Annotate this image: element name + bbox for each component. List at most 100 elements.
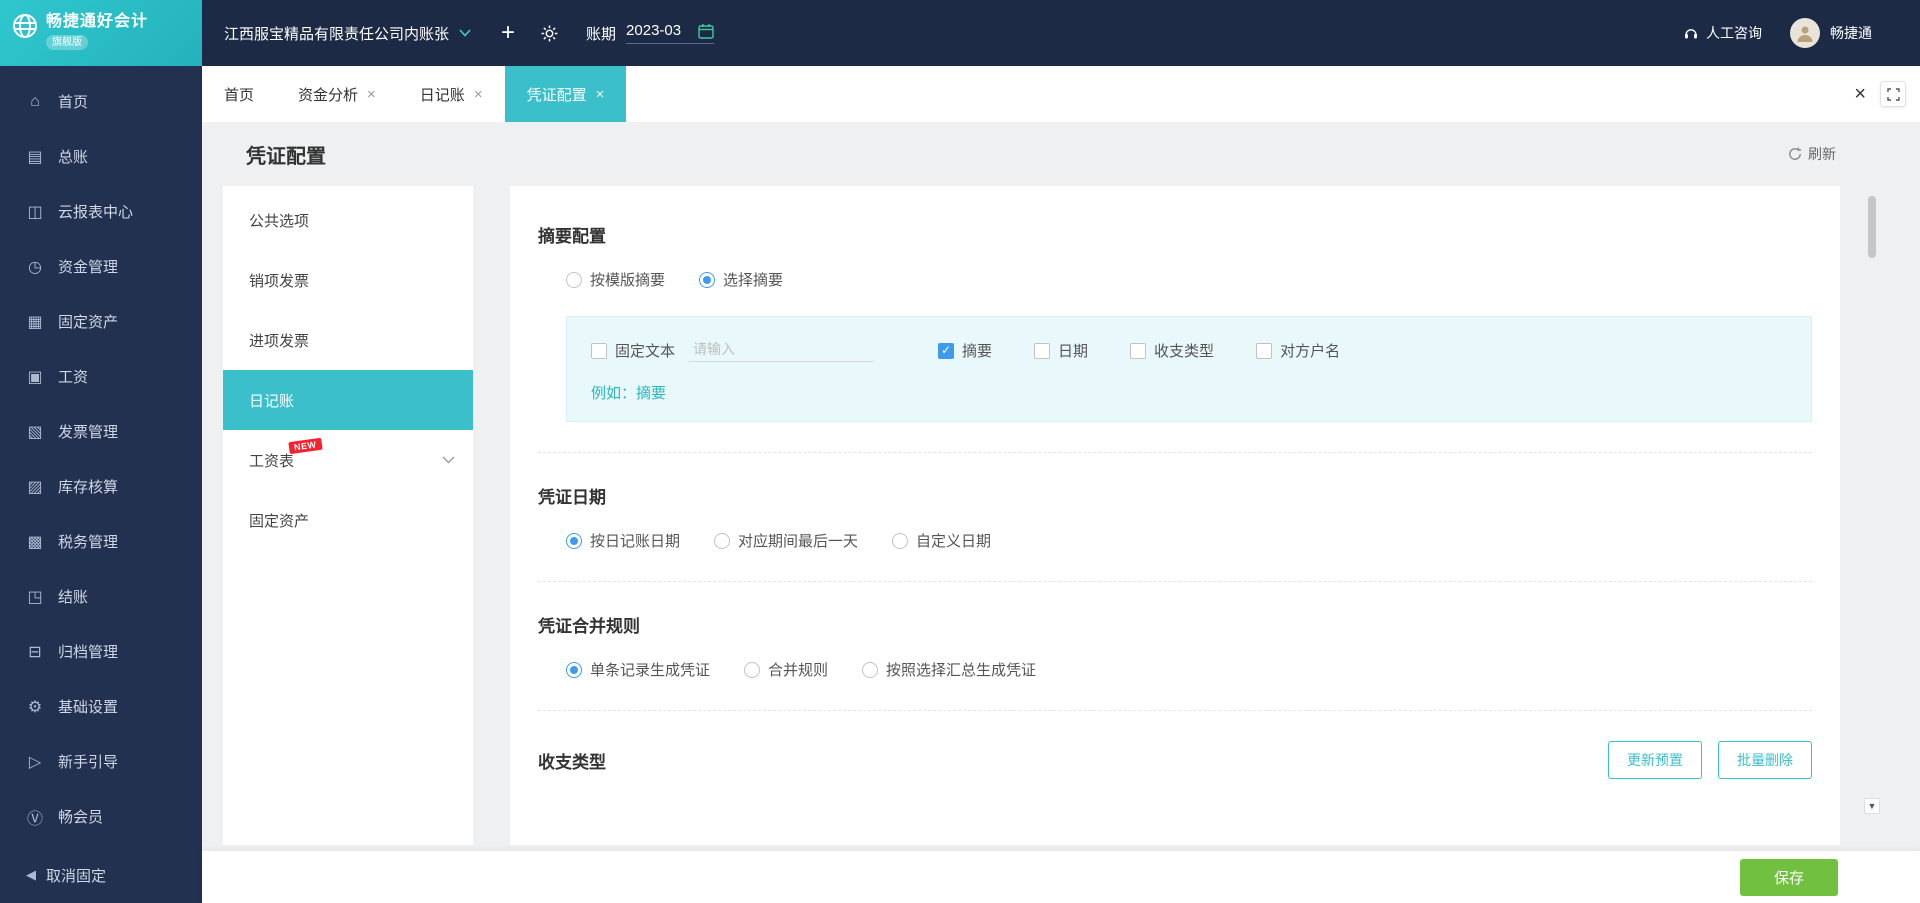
invoice-icon: ▧ (27, 423, 43, 441)
chevron-down-icon[interactable] (459, 29, 471, 37)
subnav-item-journal[interactable]: 日记账 (223, 370, 473, 430)
gear-icon[interactable] (541, 25, 558, 42)
subnav-item-public-options[interactable]: 公共选项 (223, 190, 473, 250)
radio-icon (744, 661, 761, 678)
sidebar-item-member[interactable]: Ⓥ 畅会员 (0, 789, 202, 844)
tab-funds-analysis[interactable]: 资金分析 × (276, 66, 398, 122)
sidebar-item-funds[interactable]: ◷ 资金管理 (0, 239, 202, 294)
company-selector[interactable]: 江西服宝精品有限责任公司内账张 (224, 23, 449, 44)
tab-label: 日记账 (419, 86, 465, 104)
fixed-text-input[interactable] (689, 339, 875, 362)
radio-single-record[interactable]: 单条记录生成凭证 (566, 659, 710, 680)
update-preset-button[interactable]: 更新预置 (1608, 741, 1702, 779)
headset-icon (1685, 29, 1697, 39)
closing-icon: ◳ (27, 588, 43, 606)
checkbox-icon (1256, 342, 1273, 359)
sidebar-item-settings[interactable]: ⚙ 基础设置 (0, 679, 202, 734)
unpin-sidebar-button[interactable]: ◀ 取消固定 (0, 847, 202, 903)
sidebar-item-invoice[interactable]: ▧ 发票管理 (0, 404, 202, 459)
close-icon[interactable]: × (474, 87, 483, 102)
radio-icon (699, 271, 716, 288)
tab-voucher-config[interactable]: 凭证配置 × (504, 66, 627, 122)
subnav-item-fixed-assets[interactable]: 固定资产 (223, 490, 473, 550)
sidebar-item-tax[interactable]: ▩ 税务管理 (0, 514, 202, 569)
tab-home[interactable]: 首页 (202, 66, 276, 122)
radio-period-last-day[interactable]: 对应期间最后一天 (714, 530, 858, 551)
close-icon[interactable]: × (596, 87, 605, 102)
topbar-right: 人工咨询 畅捷通 (1683, 18, 1872, 48)
inventory-icon: ▨ (27, 478, 43, 496)
radio-custom-date[interactable]: 自定义日期 (892, 530, 991, 551)
close-all-tabs-icon[interactable]: × (1854, 84, 1866, 104)
checkbox-fixed-text[interactable]: 固定文本 (591, 340, 675, 361)
fullscreen-icon[interactable] (1880, 81, 1906, 107)
brand-name: 畅捷通好会计 (46, 13, 149, 30)
checkbox-date[interactable]: 日期 (1034, 340, 1088, 361)
sidebar-item-label: 畅会员 (58, 809, 104, 826)
radio-merge-rule[interactable]: 合并规则 (744, 659, 828, 680)
refresh-button[interactable]: 刷新 (1788, 144, 1836, 164)
refresh-label: 刷新 (1808, 146, 1836, 162)
tab-journal[interactable]: 日记账 × (398, 66, 505, 122)
radio-template-summary[interactable]: 按模版摘要 (566, 269, 665, 290)
sidebar: 畅捷通好会计 旗舰版 ⌂ 首页 ▤ 总账 ◫ 云报表中心 ◷ 资金管理 ▦ 固定资产 ▣ 工… (0, 0, 202, 903)
checkbox-label: 对方户名 (1280, 343, 1341, 360)
period-input[interactable] (626, 22, 691, 39)
voucher-date-title: 凭证日期 (538, 488, 606, 507)
add-account-button[interactable]: + (501, 21, 515, 45)
sidebar-item-label: 首页 (58, 94, 89, 111)
sidebar-item-general-ledger[interactable]: ▤ 总账 (0, 129, 202, 184)
sidebar-item-salary[interactable]: ▣ 工资 (0, 349, 202, 404)
radio-label: 按照选择汇总生成凭证 (886, 662, 1037, 679)
divider (538, 581, 1812, 582)
app-window: 畅捷通好会计 旗舰版 ⌂ 首页 ▤ 总账 ◫ 云报表中心 ◷ 资金管理 ▦ 固定资产 ▣ 工… (0, 0, 1920, 903)
subnav-item-purchase-invoice[interactable]: 进项发票 (223, 310, 473, 370)
checkbox-counterparty[interactable]: 对方户名 (1256, 340, 1340, 361)
sidebar-item-fixed-assets[interactable]: ▦ 固定资产 (0, 294, 202, 349)
income-type-title: 收支类型 (538, 752, 606, 772)
support-button[interactable]: 人工咨询 (1683, 23, 1762, 43)
voucher-date-radio-row: 按日记账日期 对应期间最后一天 自定义日期 (538, 530, 1812, 551)
period-picker[interactable] (626, 22, 715, 44)
sidebar-item-label: 库存核算 (58, 479, 119, 496)
checkbox-label: 摘要 (962, 343, 993, 360)
radio-icon (566, 661, 582, 678)
sidebar-item-archive[interactable]: ⊟ 归档管理 (0, 624, 202, 679)
radio-select-summary[interactable]: 选择摘要 (699, 269, 783, 290)
radio-label: 选择摘要 (723, 272, 784, 289)
sidebar-item-label: 归档管理 (58, 644, 119, 661)
summary-config-title: 摘要配置 (538, 227, 606, 246)
sidebar-item-closing[interactable]: ◳ 结账 (0, 569, 202, 624)
voucher-config-panel: 摘要配置 按模版摘要 选择摘要 固定文本 摘要 (510, 186, 1840, 845)
save-button[interactable]: 保存 (1740, 859, 1838, 896)
close-icon[interactable]: × (367, 87, 376, 102)
tab-label: 资金分析 (298, 86, 359, 104)
sidebar-item-label: 税务管理 (58, 534, 119, 551)
checkbox-summary[interactable]: 摘要 (938, 340, 992, 361)
sidebar-item-label: 固定资产 (58, 314, 119, 331)
checkbox-label: 日期 (1058, 343, 1089, 360)
avatar[interactable] (1790, 18, 1820, 48)
sidebar-item-inventory[interactable]: ▨ 库存核算 (0, 459, 202, 514)
user-name[interactable]: 畅捷通 (1830, 23, 1872, 43)
page-head: 凭证配置 刷新 (202, 122, 1920, 186)
footer-bar: 保存 (202, 851, 1920, 903)
subnav-item-sales-invoice[interactable]: 销项发票 (223, 250, 473, 310)
checkbox-income-type[interactable]: 收支类型 (1130, 340, 1214, 361)
new-badge: NEW (288, 437, 323, 455)
scroll-down-button[interactable]: ▼ (1864, 798, 1880, 814)
subnav-label: 工资表 (249, 452, 295, 470)
radio-summary-merge[interactable]: 按照选择汇总生成凭证 (862, 659, 1036, 680)
checkbox-icon (938, 342, 955, 359)
subnav-label: 固定资产 (249, 512, 310, 530)
subnav-item-salary-sheet[interactable]: 工资表 NEW (223, 430, 473, 490)
vertical-scrollbar-thumb[interactable] (1868, 196, 1876, 258)
chevron-down-icon[interactable] (442, 456, 455, 464)
sidebar-item-home[interactable]: ⌂ 首页 (0, 74, 202, 129)
sidebar-item-cloud-reports[interactable]: ◫ 云报表中心 (0, 184, 202, 239)
sidebar-item-guide[interactable]: ▷ 新手引导 (0, 734, 202, 789)
home-icon: ⌂ (30, 92, 40, 110)
batch-delete-button[interactable]: 批量删除 (1718, 741, 1812, 779)
radio-journal-date[interactable]: 按日记账日期 (566, 530, 680, 551)
brand-globe-icon (13, 14, 37, 38)
